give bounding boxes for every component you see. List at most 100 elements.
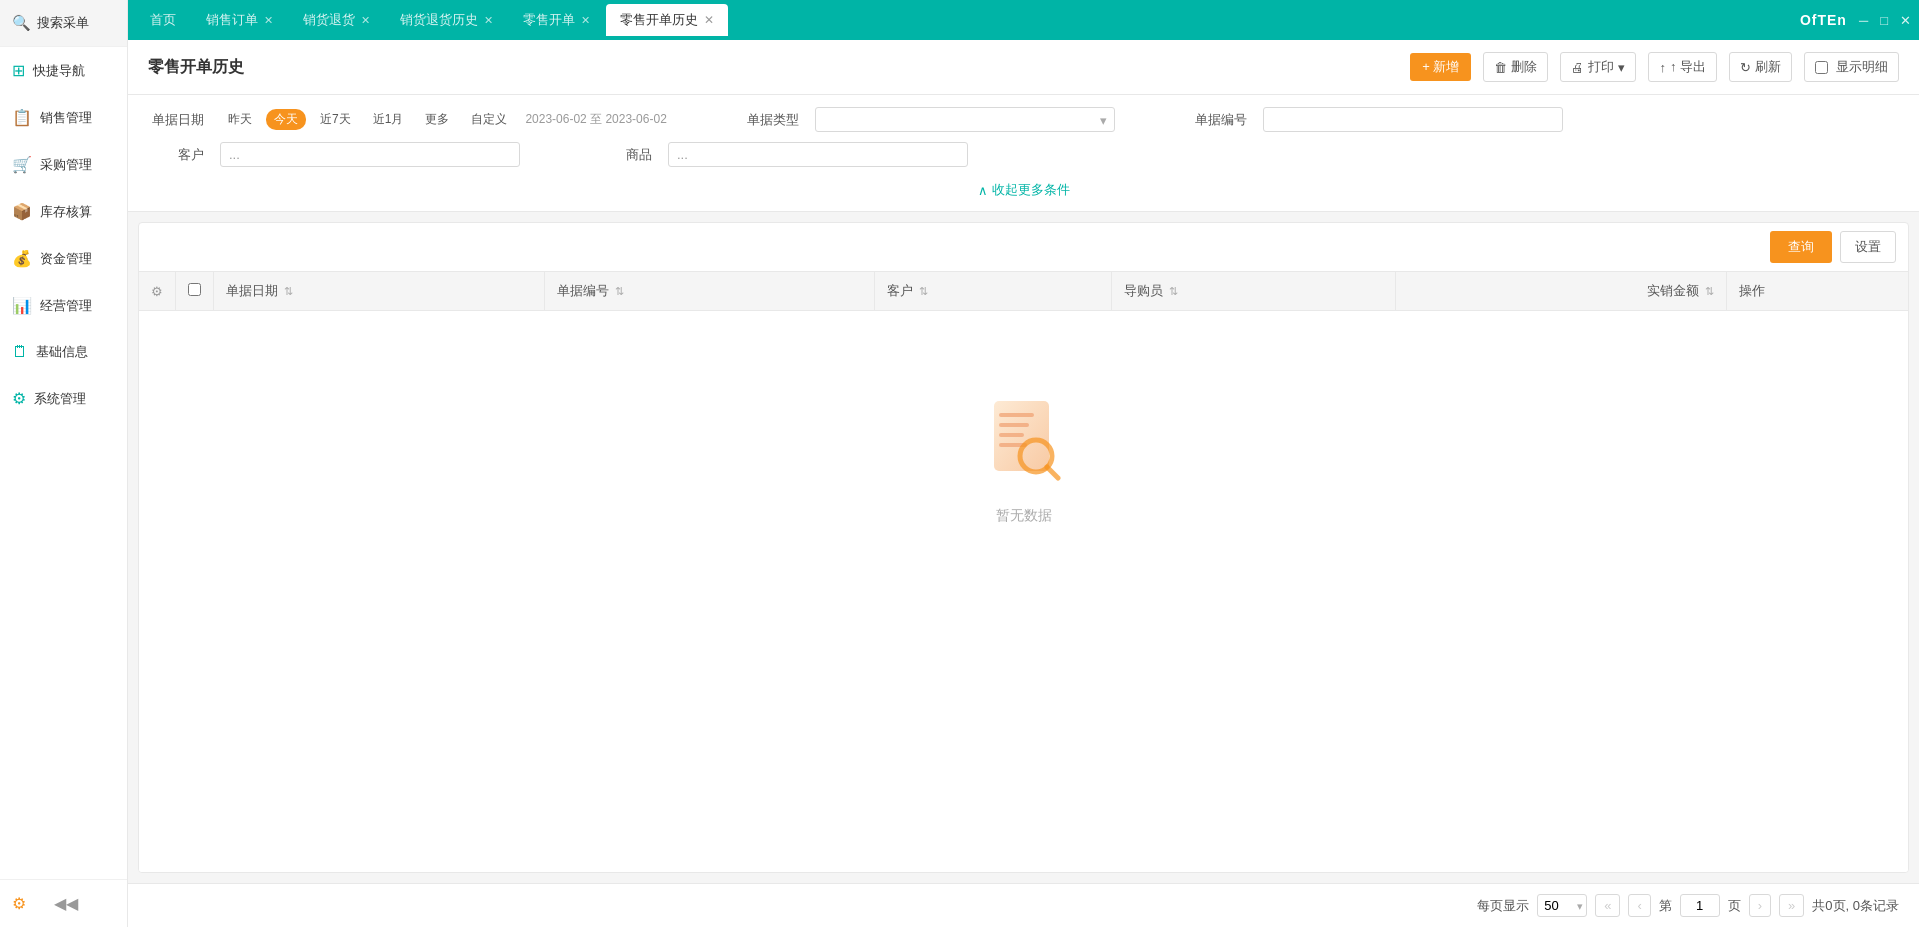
th-date[interactable]: 单据日期 ⇅ xyxy=(214,272,545,311)
print-icon: 🖨 xyxy=(1571,60,1584,75)
display-detail-checkbox[interactable] xyxy=(1815,61,1828,74)
sidebar-bottom: ⚙ ◀◀ xyxy=(0,879,127,927)
collapse-filter-btn[interactable]: ∧ 收起更多条件 xyxy=(978,181,1070,199)
tab-sales-return[interactable]: 销货退货 ✕ xyxy=(289,4,384,36)
finance-mgmt-icon: 💰 xyxy=(12,249,32,268)
table-area: ⚙ 单据日期 ⇅ xyxy=(139,272,1908,872)
sidebar-item-inventory[interactable]: 📦 库存核算 xyxy=(0,188,127,235)
tab-sales-order[interactable]: 销售订单 ✕ xyxy=(192,4,287,36)
date-btn-7days[interactable]: 近7天 xyxy=(312,109,359,130)
select-all-checkbox[interactable] xyxy=(188,283,201,296)
date-btn-today[interactable]: 今天 xyxy=(266,109,306,130)
export-button[interactable]: ↑ ↑ 导出 xyxy=(1648,52,1717,82)
collapse-sidebar-icon[interactable]: ◀◀ xyxy=(54,894,78,913)
empty-state: 暂无数据 xyxy=(139,311,1908,605)
tab-sales-order-label: 销售订单 xyxy=(206,11,258,29)
th-date-sort-icon[interactable]: ⇅ xyxy=(284,285,293,298)
tab-home[interactable]: 首页 xyxy=(136,4,190,36)
customer-input[interactable]: ... xyxy=(220,142,520,167)
filter-area: 单据日期 昨天 今天 近7天 近1月 更多 自定义 2023-06-02 至 2… xyxy=(128,95,1919,212)
date-btn-more[interactable]: 更多 xyxy=(417,109,457,130)
window-max-icon[interactable]: □ xyxy=(1880,13,1888,28)
print-button[interactable]: 🖨 打印 ▾ xyxy=(1560,52,1636,82)
th-salesperson[interactable]: 导购员 ⇅ xyxy=(1112,272,1396,311)
refresh-button[interactable]: ↻ 刷新 xyxy=(1729,52,1792,82)
export-label: ↑ 导出 xyxy=(1670,58,1706,76)
tab-retail-open-history-close[interactable]: ✕ xyxy=(704,13,714,27)
page-input[interactable] xyxy=(1680,894,1720,917)
last-page-button[interactable]: » xyxy=(1779,894,1804,917)
tab-sales-order-close[interactable]: ✕ xyxy=(264,14,273,27)
th-no[interactable]: 单据编号 ⇅ xyxy=(544,272,875,311)
tab-bar: 首页 销售订单 ✕ 销货退货 ✕ 销货退货历史 ✕ 零售开单 ✕ 零售开单历史 … xyxy=(128,0,1919,40)
doc-type-select-wrapper xyxy=(815,107,1115,132)
system-mgmt-icon: ⚙ xyxy=(12,389,26,408)
column-settings-icon[interactable]: ⚙ xyxy=(151,284,163,299)
tab-sales-return-history-close[interactable]: ✕ xyxy=(484,14,493,27)
prev-page-button[interactable]: ‹ xyxy=(1628,894,1650,917)
doc-no-input[interactable] xyxy=(1263,107,1563,132)
sidebar-search[interactable]: 🔍 搜索采单 xyxy=(0,0,127,47)
tab-home-label: 首页 xyxy=(150,11,176,29)
customer-ellipsis: ... xyxy=(229,147,240,162)
th-no-sort-icon[interactable]: ⇅ xyxy=(615,285,624,298)
date-btn-1month[interactable]: 近1月 xyxy=(365,109,412,130)
filter-row-2: 客户 ... 商品 ... xyxy=(148,142,1899,167)
data-table: ⚙ 单据日期 ⇅ xyxy=(139,272,1908,311)
sidebar-item-label: 库存核算 xyxy=(40,203,92,221)
per-page-label: 每页显示 xyxy=(1477,897,1529,915)
inventory-icon: 📦 xyxy=(12,202,32,221)
delete-button[interactable]: 🗑 删除 xyxy=(1483,52,1548,82)
purchase-mgmt-icon: 🛒 xyxy=(12,155,32,174)
svg-rect-3 xyxy=(999,433,1024,437)
th-salesperson-sort-icon[interactable]: ⇅ xyxy=(1169,285,1178,298)
tab-retail-open-history[interactable]: 零售开单历史 ✕ xyxy=(606,4,728,36)
display-detail-button[interactable]: 显示明细 xyxy=(1804,52,1899,82)
doc-type-select[interactable] xyxy=(815,107,1115,132)
th-amount-sort-icon[interactable]: ⇅ xyxy=(1705,285,1714,298)
date-btn-custom[interactable]: 自定义 xyxy=(463,109,515,130)
first-page-button[interactable]: « xyxy=(1595,894,1620,917)
tab-retail-open-close[interactable]: ✕ xyxy=(581,14,590,27)
sidebar-item-sales-mgmt[interactable]: 📋 销售管理 xyxy=(0,94,127,141)
add-button[interactable]: + 新增 xyxy=(1410,53,1471,81)
sidebar-item-quick-nav[interactable]: ⊞ 快捷导航 xyxy=(0,47,127,94)
sidebar-item-finance-mgmt[interactable]: 💰 资金管理 xyxy=(0,235,127,282)
search-icon: 🔍 xyxy=(12,14,31,32)
header-actions: + 新增 🗑 删除 🖨 打印 ▾ ↑ ↑ 导出 ↻ 刷新 xyxy=(1410,52,1899,82)
collapse-label: 收起更多条件 xyxy=(992,181,1070,199)
tab-sales-return-label: 销货退货 xyxy=(303,11,355,29)
tab-retail-open[interactable]: 零售开单 ✕ xyxy=(509,4,604,36)
settings-filter-button[interactable]: 设置 xyxy=(1840,231,1896,263)
refresh-icon: ↻ xyxy=(1740,60,1751,75)
th-settings[interactable]: ⚙ xyxy=(139,272,176,311)
page-size-select[interactable]: 20 50 100 200 xyxy=(1537,894,1587,917)
th-checkbox[interactable] xyxy=(176,272,214,311)
date-btn-yesterday[interactable]: 昨天 xyxy=(220,109,260,130)
tab-sales-return-history[interactable]: 销货退货历史 ✕ xyxy=(386,4,507,36)
th-customer[interactable]: 客户 ⇅ xyxy=(875,272,1112,311)
goods-input[interactable]: ... xyxy=(668,142,968,167)
page-suffix: 页 xyxy=(1728,897,1741,915)
sidebar-item-label: 采购管理 xyxy=(40,156,92,174)
tab-sales-return-close[interactable]: ✕ xyxy=(361,14,370,27)
delete-label: 删除 xyxy=(1511,58,1537,76)
window-min-icon[interactable]: ─ xyxy=(1859,13,1868,28)
sidebar-search-label: 搜索采单 xyxy=(37,14,89,32)
sidebar-item-label: 资金管理 xyxy=(40,250,92,268)
brand-label: OfTEn xyxy=(1800,12,1847,28)
sidebar-item-purchase-mgmt[interactable]: 🛒 采购管理 xyxy=(0,141,127,188)
sidebar-item-system-mgmt[interactable]: ⚙ 系统管理 xyxy=(0,375,127,422)
settings-icon[interactable]: ⚙ xyxy=(12,894,26,913)
th-customer-sort-icon[interactable]: ⇅ xyxy=(919,285,928,298)
table-header-row: ⚙ 单据日期 ⇅ xyxy=(139,272,1908,311)
th-amount[interactable]: 实销金额 ⇅ xyxy=(1396,272,1727,311)
next-page-button[interactable]: › xyxy=(1749,894,1771,917)
query-button[interactable]: 查询 xyxy=(1770,231,1832,263)
sidebar-item-operations-mgmt[interactable]: 📊 经营管理 xyxy=(0,282,127,329)
sidebar-item-label: 系统管理 xyxy=(34,390,86,408)
empty-icon xyxy=(974,391,1074,491)
window-close-icon[interactable]: ✕ xyxy=(1900,13,1911,28)
sidebar-item-basic-info[interactable]: 🗒 基础信息 xyxy=(0,329,127,375)
th-action-label: 操作 xyxy=(1739,283,1765,298)
